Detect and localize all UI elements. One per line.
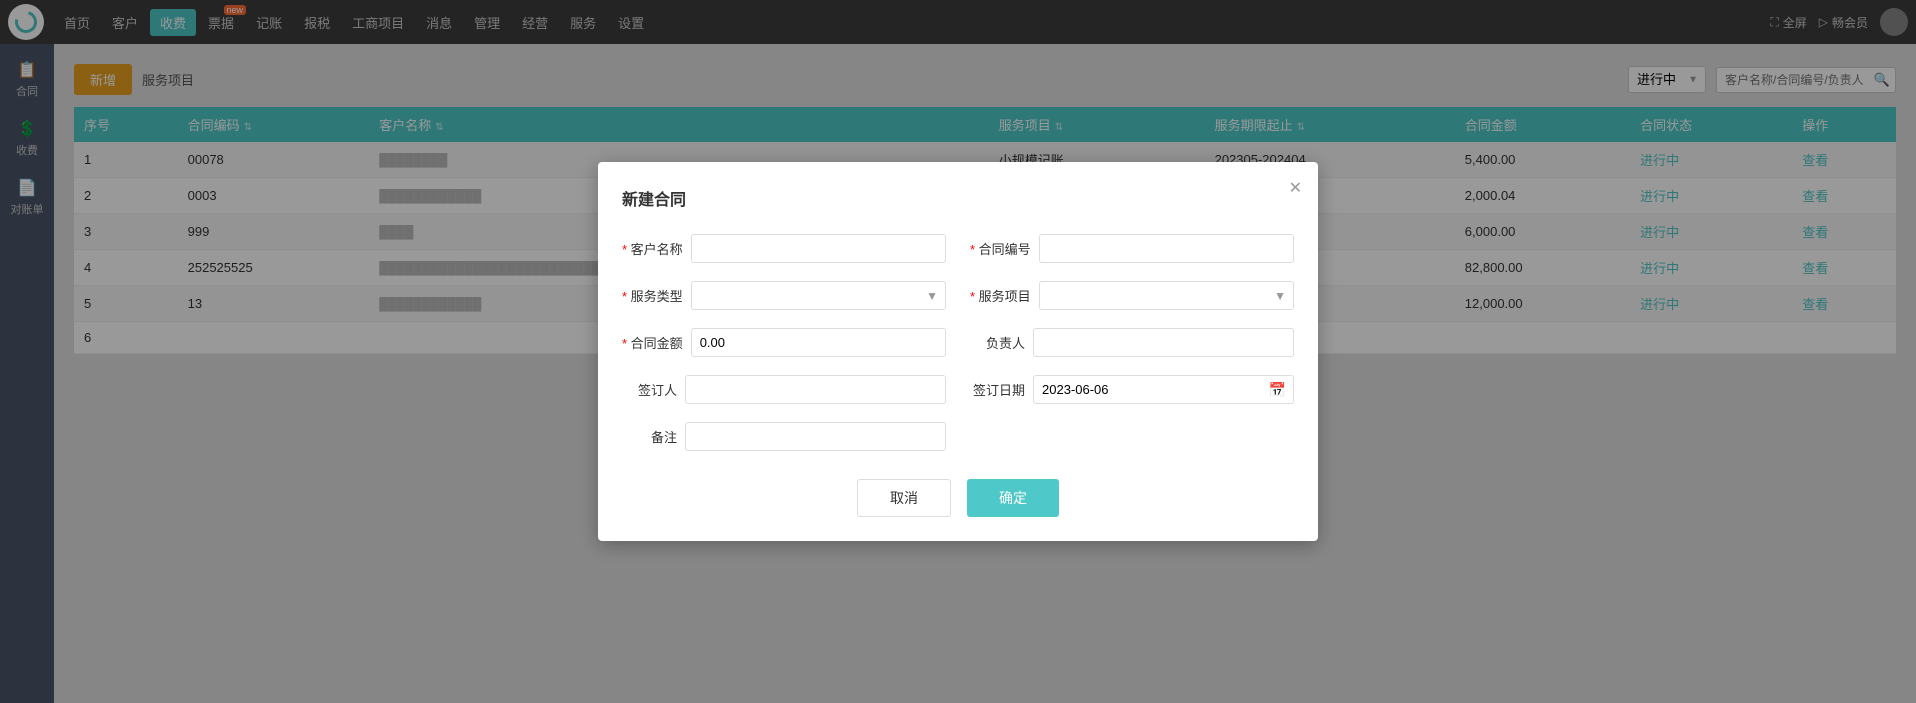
field-responsible: 负责人 — [970, 328, 1294, 357]
input-notes[interactable] — [685, 422, 946, 451]
input-contract-no[interactable] — [1039, 234, 1294, 263]
dialog-overlay: ✕ 新建合同 客户名称 合同编号 服务类型 ▼ — [0, 0, 1916, 703]
input-contract-amount[interactable] — [691, 328, 946, 357]
field-notes: 备注 — [622, 422, 946, 451]
label-contract-amount: 合同金额 — [622, 333, 683, 352]
form-row-3: 合同金额 负责人 — [622, 328, 1294, 357]
calendar-icon[interactable]: 📅 — [1269, 381, 1286, 398]
form-row-1: 客户名称 合同编号 — [622, 234, 1294, 263]
input-responsible[interactable] — [1033, 328, 1294, 357]
field-customer-name: 客户名称 — [622, 234, 946, 263]
service-item-wrap: ▼ — [1039, 281, 1294, 310]
label-service-item: 服务项目 — [970, 286, 1031, 305]
field-service-type: 服务类型 ▼ — [622, 281, 946, 310]
sign-date-field: 📅 — [1033, 375, 1294, 404]
new-contract-dialog: ✕ 新建合同 客户名称 合同编号 服务类型 ▼ — [598, 162, 1318, 541]
select-service-type[interactable] — [691, 281, 946, 310]
label-contract-no: 合同编号 — [970, 239, 1031, 258]
label-service-type: 服务类型 — [622, 286, 683, 305]
form-row-5: 备注 — [622, 422, 1294, 451]
dialog-footer: 取消 确定 — [622, 479, 1294, 517]
field-contract-no: 合同编号 — [970, 234, 1294, 263]
label-sign-date: 签订日期 — [970, 380, 1025, 399]
input-signer[interactable] — [685, 375, 946, 404]
input-customer-name[interactable] — [691, 234, 946, 263]
confirm-button[interactable]: 确定 — [967, 479, 1059, 517]
cancel-button[interactable]: 取消 — [857, 479, 951, 517]
label-responsible: 负责人 — [970, 333, 1025, 352]
input-sign-date[interactable] — [1033, 375, 1294, 404]
form-row-2: 服务类型 ▼ 服务项目 ▼ — [622, 281, 1294, 310]
label-signer: 签订人 — [622, 380, 677, 399]
field-contract-amount: 合同金额 — [622, 328, 946, 357]
form-row-4: 签订人 签订日期 📅 — [622, 375, 1294, 404]
dialog-title: 新建合同 — [622, 186, 1294, 210]
field-signer: 签订人 — [622, 375, 946, 404]
field-service-item: 服务项目 ▼ — [970, 281, 1294, 310]
service-type-wrap: ▼ — [691, 281, 946, 310]
field-sign-date: 签订日期 📅 — [970, 375, 1294, 404]
label-customer-name: 客户名称 — [622, 239, 683, 258]
select-service-item[interactable] — [1039, 281, 1294, 310]
dialog-close-button[interactable]: ✕ — [1289, 178, 1302, 198]
label-notes: 备注 — [622, 427, 677, 446]
